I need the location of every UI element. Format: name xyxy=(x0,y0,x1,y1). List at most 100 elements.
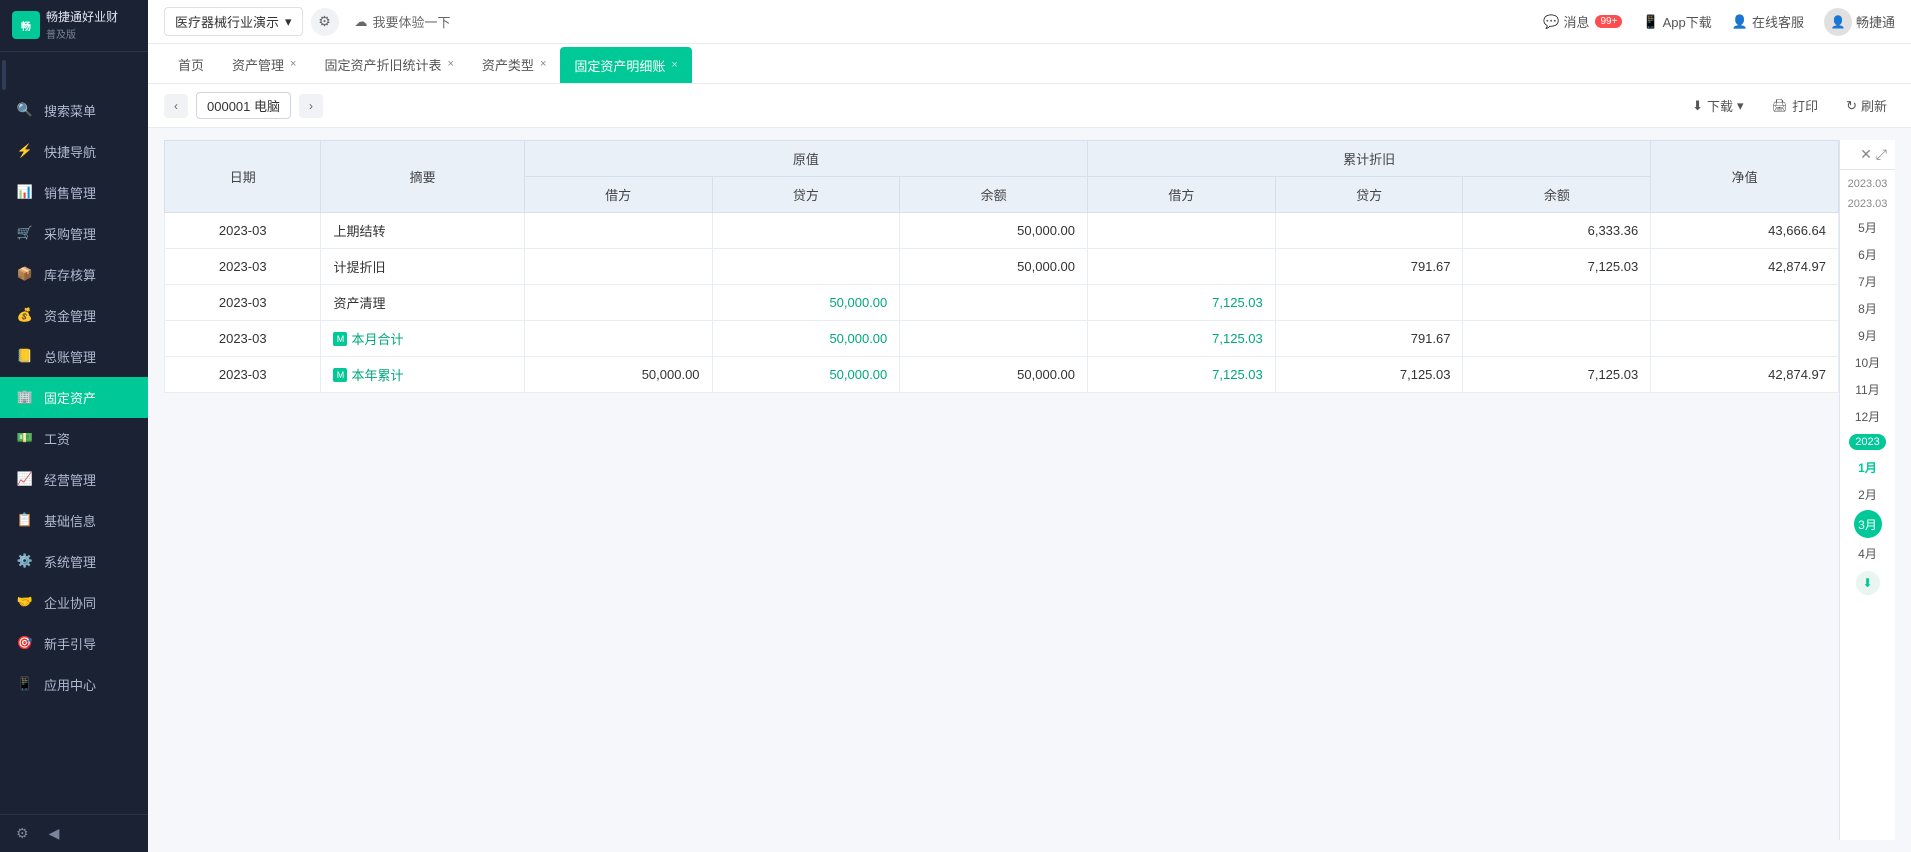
sidebar-item-ledger[interactable]: 📒 总账管理 xyxy=(0,336,148,377)
app-download-action[interactable]: 📱 App下载 xyxy=(1642,12,1711,31)
download-icon: ⬇ xyxy=(1692,98,1703,114)
tab-asset-detail[interactable]: 固定资产明细账 × xyxy=(560,47,691,83)
sidebar-scrollbar-thumb[interactable] xyxy=(2,60,6,90)
settings-button[interactable]: ⚙ xyxy=(311,8,339,36)
company-selector[interactable]: 医疗器械行业演示 ▾ xyxy=(164,7,303,36)
avatar: 👤 xyxy=(1824,8,1852,36)
money-icon: 💰 xyxy=(16,306,34,324)
box-icon: 📦 xyxy=(16,265,34,283)
close-panel-icon[interactable]: ✕ xyxy=(1860,146,1872,163)
cell-net-value xyxy=(1651,321,1839,357)
cell-net-value: 42,874.97 xyxy=(1651,357,1839,393)
tab-asset-mgmt-close[interactable]: × xyxy=(290,58,296,70)
print-icon: 🖨 xyxy=(1772,98,1789,114)
refresh-icon: ↻ xyxy=(1846,98,1857,114)
cell-orig-debit xyxy=(524,213,712,249)
prev-asset-button[interactable]: ‹ xyxy=(164,94,188,118)
sidebar-item-operations[interactable]: 📈 经营管理 xyxy=(0,459,148,500)
chart-icon: 📊 xyxy=(16,183,34,201)
collapse-icon[interactable]: ◀ xyxy=(49,825,60,842)
online-service-action[interactable]: 👤 在线客服 xyxy=(1732,12,1804,31)
th-accum-credit: 贷方 xyxy=(1275,177,1463,213)
sidebar-nav: 🔍 搜索菜单 ⚡ 快捷导航 📊 销售管理 🛒 采购管理 📦 库存核算 💰 资金管… xyxy=(0,90,148,814)
timeline-month-item[interactable]: 9月 xyxy=(1840,322,1895,349)
user-info[interactable]: 👤 畅捷通 xyxy=(1824,8,1895,36)
ledger-icon: 📒 xyxy=(16,347,34,365)
sidebar-item-quick-nav[interactable]: ⚡ 快捷导航 xyxy=(0,131,148,172)
tab-asset-type-label: 资产类型 xyxy=(482,55,534,74)
sidebar-item-app-center[interactable]: 📱 应用中心 xyxy=(0,664,148,705)
sidebar: 畅 畅捷通好业财 普及版 🔍 搜索菜单 ⚡ 快捷导航 📊 销售管理 🛒 采购管理… xyxy=(0,0,148,852)
tab-asset-mgmt[interactable]: 资产管理 × xyxy=(218,47,310,83)
timeline-month-item[interactable]: 1月 xyxy=(1840,454,1895,481)
timeline-month-item[interactable]: 8月 xyxy=(1840,295,1895,322)
tab-asset-mgmt-label: 资产管理 xyxy=(232,55,284,74)
expand-panel-icon[interactable]: ⤢ xyxy=(1876,146,1887,163)
cell-orig-balance xyxy=(900,285,1088,321)
timeline-month-item[interactable]: 4月 xyxy=(1840,540,1895,567)
cell-summary: 计提折旧 xyxy=(321,249,524,285)
tab-asset-detail-close[interactable]: × xyxy=(671,59,677,71)
tab-asset-type[interactable]: 资产类型 × xyxy=(468,47,560,83)
message-action[interactable]: 💬 消息 99+ xyxy=(1543,12,1622,31)
sidebar-item-inventory[interactable]: 📦 库存核算 xyxy=(0,254,148,295)
timeline-months-before: 5月6月7月8月9月10月11月12月 xyxy=(1840,214,1895,430)
next-asset-button[interactable]: › xyxy=(299,94,323,118)
sidebar-item-label: 快捷导航 xyxy=(44,142,96,161)
sidebar-item-enterprise[interactable]: 🤝 企业协同 xyxy=(0,582,148,623)
timeline-year-label: 2023 xyxy=(1849,434,1885,450)
cell-accum-credit: 791.67 xyxy=(1275,249,1463,285)
timeline-month-item[interactable]: 5月 xyxy=(1840,214,1895,241)
refresh-button[interactable]: ↻ 刷新 xyxy=(1838,92,1895,119)
sidebar-item-label: 固定资产 xyxy=(44,388,96,407)
handshake-icon: 🤝 xyxy=(16,593,34,611)
sidebar-item-search[interactable]: 🔍 搜索菜单 xyxy=(0,90,148,131)
sidebar-item-fund[interactable]: 💰 资金管理 xyxy=(0,295,148,336)
timeline-month-item[interactable]: 11月 xyxy=(1840,376,1895,403)
toolbar: ‹ 000001 电脑 › ⬇ 下载 ▾ 🖨 打印 ↻ 刷新 xyxy=(148,84,1911,128)
timeline-month-item[interactable]: 3月 xyxy=(1854,510,1882,538)
sidebar-item-guide[interactable]: 🎯 新手引导 xyxy=(0,623,148,664)
cell-accum-balance xyxy=(1463,285,1651,321)
experience-button[interactable]: ☁ 我要体验一下 xyxy=(355,12,451,31)
download-button[interactable]: ⬇ 下载 ▾ xyxy=(1684,92,1751,119)
timeline-down-button[interactable]: ⬇ xyxy=(1856,571,1880,595)
sidebar-item-purchase[interactable]: 🛒 采购管理 xyxy=(0,213,148,254)
cell-accum-credit xyxy=(1275,285,1463,321)
table-container: 日期 摘要 原值 累计折旧 净值 借方 贷方 余额 借方 贷方 余额 xyxy=(164,140,1839,840)
timeline-month-item[interactable]: 10月 xyxy=(1840,349,1895,376)
building-icon: 🏢 xyxy=(16,388,34,406)
tab-depreciation-close[interactable]: × xyxy=(447,58,453,70)
timeline-month-item[interactable]: 6月 xyxy=(1840,241,1895,268)
cell-orig-debit: 50,000.00 xyxy=(524,357,712,393)
sidebar-item-label: 经营管理 xyxy=(44,470,96,489)
sidebar-item-payroll[interactable]: 💵 工资 xyxy=(0,418,148,459)
toolbar-right: ⬇ 下载 ▾ 🖨 打印 ↻ 刷新 xyxy=(1684,92,1895,119)
tab-depreciation-stats[interactable]: 固定资产折旧统计表 × xyxy=(310,47,467,83)
sidebar-item-system[interactable]: ⚙️ 系统管理 xyxy=(0,541,148,582)
tab-home[interactable]: 首页 xyxy=(164,47,218,83)
timeline-month-item[interactable]: 7月 xyxy=(1840,268,1895,295)
lightning-icon: ⚡ xyxy=(16,142,34,160)
sidebar-item-basic-info[interactable]: 📋 基础信息 xyxy=(0,500,148,541)
timeline-month-item[interactable]: 2月 xyxy=(1840,481,1895,508)
th-accum-debit: 借方 xyxy=(1088,177,1276,213)
sidebar-item-label: 销售管理 xyxy=(44,183,96,202)
print-button[interactable]: 🖨 打印 xyxy=(1764,92,1827,119)
settings-footer-icon[interactable]: ⚙ xyxy=(16,825,29,842)
tab-asset-detail-label: 固定资产明细账 xyxy=(574,56,665,75)
cell-date: 2023-03 xyxy=(165,213,321,249)
cell-date: 2023-03 xyxy=(165,321,321,357)
cell-accum-credit xyxy=(1275,213,1463,249)
sidebar-item-fixed-assets[interactable]: 🏢 固定资产 xyxy=(0,377,148,418)
cell-accum-balance: 7,125.03 xyxy=(1463,249,1651,285)
month-tag: M本年累计 xyxy=(333,365,403,384)
cell-accum-debit xyxy=(1088,249,1276,285)
clipboard-icon: 📋 xyxy=(16,511,34,529)
sidebar-item-sales[interactable]: 📊 销售管理 xyxy=(0,172,148,213)
asset-detail-table: 日期 摘要 原值 累计折旧 净值 借方 贷方 余额 借方 贷方 余额 xyxy=(164,140,1839,393)
username: 畅捷通 xyxy=(1856,12,1895,31)
tab-asset-type-close[interactable]: × xyxy=(540,58,546,70)
timeline-month-item[interactable]: 12月 xyxy=(1840,403,1895,430)
cell-orig-balance: 50,000.00 xyxy=(900,249,1088,285)
